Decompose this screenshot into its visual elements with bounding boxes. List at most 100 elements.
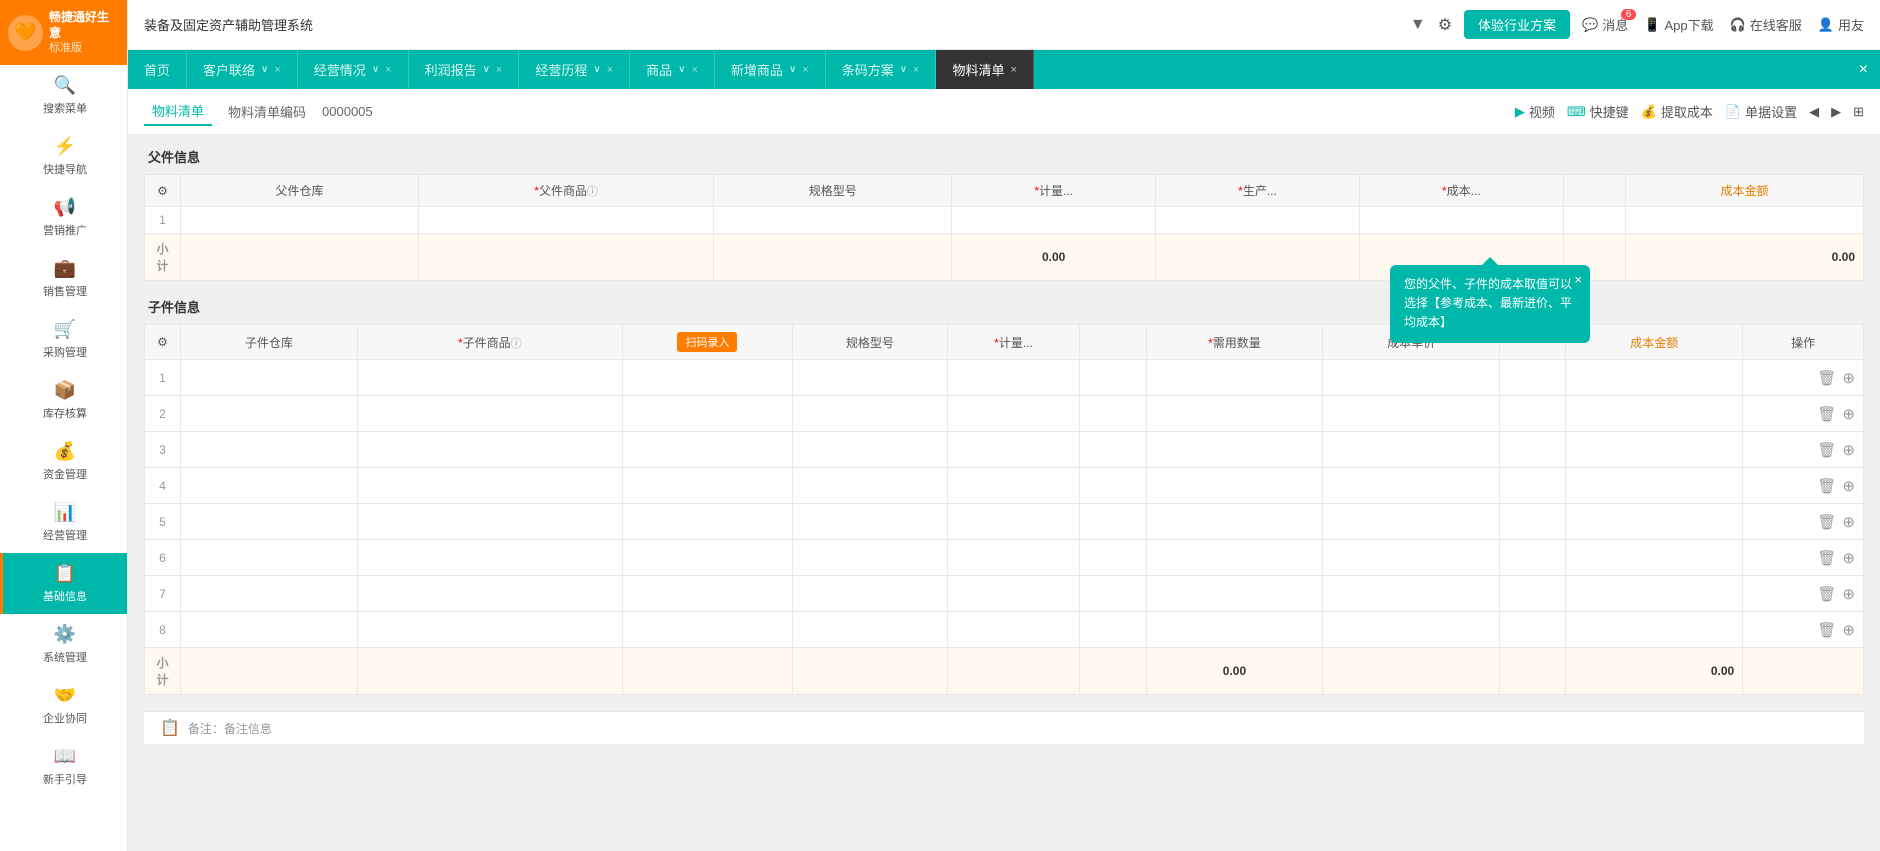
message-action[interactable]: 💬 消息 6 — [1582, 15, 1628, 34]
tooltip-close-button[interactable]: × — [1574, 270, 1582, 291]
child-cell-unit-4[interactable] — [947, 468, 1080, 504]
child-cell-unitprice-2[interactable] — [1323, 396, 1500, 432]
child-cell-unitprice-4[interactable] — [1323, 468, 1500, 504]
child-cell-goods-7[interactable] — [357, 576, 622, 612]
sidebar-item-operations[interactable]: 📊经营管理 — [0, 492, 127, 553]
child-cell-scan-2[interactable] — [622, 396, 792, 432]
parent-cell-spec[interactable] — [714, 207, 952, 234]
delete-icon-8[interactable]: 🗑 — [1817, 621, 1836, 639]
sidebar-item-sales[interactable]: 💼销售管理 — [0, 248, 127, 309]
child-cell-goods-5[interactable] — [357, 504, 622, 540]
nav-tab-bom[interactable]: 物料清单× — [936, 50, 1033, 89]
parent-cell-production[interactable] — [1156, 207, 1360, 234]
child-cell-warehouse-4[interactable] — [181, 468, 358, 504]
doc-settings-action[interactable]: 📄 单据设置 — [1725, 102, 1797, 121]
child-cell-warehouse-6[interactable] — [181, 540, 358, 576]
delete-icon-2[interactable]: 🗑 — [1817, 405, 1836, 423]
parent-col-config[interactable]: ⚙ — [145, 175, 181, 207]
nav-tab-customer[interactable]: 客户联络∨× — [187, 50, 298, 89]
tab-close-add_goods[interactable]: × — [802, 64, 808, 76]
grid-view-action[interactable]: ⊞ — [1853, 104, 1864, 120]
child-cell-qty-1[interactable] — [1146, 360, 1323, 396]
tab-close-customer[interactable]: × — [274, 64, 280, 76]
child-cell-spec-4[interactable] — [793, 468, 948, 504]
parent-cell-unit[interactable] — [952, 207, 1156, 234]
child-cell-spec-6[interactable] — [793, 540, 948, 576]
delete-icon-5[interactable]: 🗑 — [1817, 513, 1836, 531]
trial-button[interactable]: 体验行业方案 — [1464, 10, 1570, 39]
child-cell-unitprice-6[interactable] — [1323, 540, 1500, 576]
child-cell-warehouse-7[interactable] — [181, 576, 358, 612]
child-cell-goods-1[interactable] — [357, 360, 622, 396]
child-cell-warehouse-3[interactable] — [181, 432, 358, 468]
sidebar-item-quicknav[interactable]: ⚡快捷导航 — [0, 126, 127, 187]
copy-icon-5[interactable]: ⊕ — [1842, 513, 1855, 531]
nav-tab-barcode[interactable]: 条码方案∨× — [826, 50, 937, 89]
sidebar-item-basicinfo[interactable]: 📋基础信息 — [0, 553, 127, 614]
delete-icon-1[interactable]: 🗑 — [1817, 369, 1836, 387]
tab-close-barcode[interactable]: × — [913, 64, 919, 76]
child-cell-qty-3[interactable] — [1146, 432, 1323, 468]
child-cell-unit-2[interactable] — [947, 396, 1080, 432]
child-cell-unit-6[interactable] — [947, 540, 1080, 576]
delete-icon-3[interactable]: 🗑 — [1817, 441, 1836, 459]
tab-close-bom[interactable]: × — [1011, 64, 1017, 76]
sidebar-item-guide[interactable]: 📖新手引导 — [0, 736, 127, 797]
child-cell-unit-5[interactable] — [947, 504, 1080, 540]
copy-icon-7[interactable]: ⊕ — [1842, 585, 1855, 603]
video-action[interactable]: ▶ 视频 — [1515, 102, 1555, 121]
copy-icon-8[interactable]: ⊕ — [1842, 621, 1855, 639]
child-cell-unitprice-1[interactable] — [1323, 360, 1500, 396]
copy-icon-4[interactable]: ⊕ — [1842, 477, 1855, 495]
child-cell-unitprice-8[interactable] — [1323, 612, 1500, 648]
child-cell-warehouse-5[interactable] — [181, 504, 358, 540]
tab-close-goods[interactable]: × — [691, 64, 697, 76]
child-cell-qty-6[interactable] — [1146, 540, 1323, 576]
child-cell-qty-7[interactable] — [1146, 576, 1323, 612]
nav-tab-ops_history[interactable]: 经营历程∨× — [519, 50, 630, 89]
sub-tab-bom[interactable]: 物料清单 — [144, 97, 212, 126]
child-cell-scan-1[interactable] — [622, 360, 792, 396]
child-cell-scan-6[interactable] — [622, 540, 792, 576]
delete-icon-6[interactable]: 🗑 — [1817, 549, 1836, 567]
sidebar-item-enterprise[interactable]: 🤝企业协同 — [0, 675, 127, 736]
sidebar-item-purchase[interactable]: 🛒采购管理 — [0, 309, 127, 370]
nav-tab-profit_report[interactable]: 利润报告∨× — [409, 50, 520, 89]
sidebar-item-finance[interactable]: 💰资金管理 — [0, 431, 127, 492]
child-cell-qty-5[interactable] — [1146, 504, 1323, 540]
child-cell-spec-7[interactable] — [793, 576, 948, 612]
child-cell-unitprice-5[interactable] — [1323, 504, 1500, 540]
child-cell-scan-3[interactable] — [622, 432, 792, 468]
child-cell-spec-1[interactable] — [793, 360, 948, 396]
tab-close-operations_status[interactable]: × — [385, 64, 391, 76]
child-cell-qty-4[interactable] — [1146, 468, 1323, 504]
sidebar-item-inventory[interactable]: 📦库存核算 — [0, 370, 127, 431]
child-cell-unitprice-3[interactable] — [1323, 432, 1500, 468]
scan-button[interactable]: 扫码录入 — [677, 332, 737, 352]
child-cell-warehouse-2[interactable] — [181, 396, 358, 432]
gear-icon[interactable]: ⚙ — [1438, 15, 1452, 35]
child-cell-spec-8[interactable] — [793, 612, 948, 648]
parent-cell-goods[interactable] — [418, 207, 713, 234]
child-cell-unit-1[interactable] — [947, 360, 1080, 396]
parent-cell-warehouse[interactable] — [181, 207, 419, 234]
parent-cell-cost[interactable] — [1359, 207, 1563, 234]
nav-tab-operations_status[interactable]: 经营情况∨× — [298, 50, 409, 89]
copy-icon-6[interactable]: ⊕ — [1842, 549, 1855, 567]
nav-tab-add_goods[interactable]: 新增商品∨× — [715, 50, 826, 89]
child-cell-unit-3[interactable] — [947, 432, 1080, 468]
sidebar-item-marketing[interactable]: 📢营销推广 — [0, 187, 127, 248]
settings-icon[interactable]: ▼ — [1410, 16, 1426, 34]
extract-cost-action[interactable]: 💰 提取成本 — [1641, 102, 1713, 121]
child-cell-qty-8[interactable] — [1146, 612, 1323, 648]
child-cell-goods-4[interactable] — [357, 468, 622, 504]
child-cell-warehouse-8[interactable] — [181, 612, 358, 648]
close-all-tabs-button[interactable]: × — [1847, 61, 1880, 79]
nav-next-action[interactable]: ▶ — [1831, 104, 1841, 120]
child-cell-scan-4[interactable] — [622, 468, 792, 504]
nav-tab-goods[interactable]: 商品∨× — [630, 50, 715, 89]
tab-close-profit_report[interactable]: × — [496, 64, 502, 76]
child-cell-scan-7[interactable] — [622, 576, 792, 612]
sidebar-item-search[interactable]: 🔍搜索菜单 — [0, 65, 127, 126]
copy-icon-2[interactable]: ⊕ — [1842, 405, 1855, 423]
